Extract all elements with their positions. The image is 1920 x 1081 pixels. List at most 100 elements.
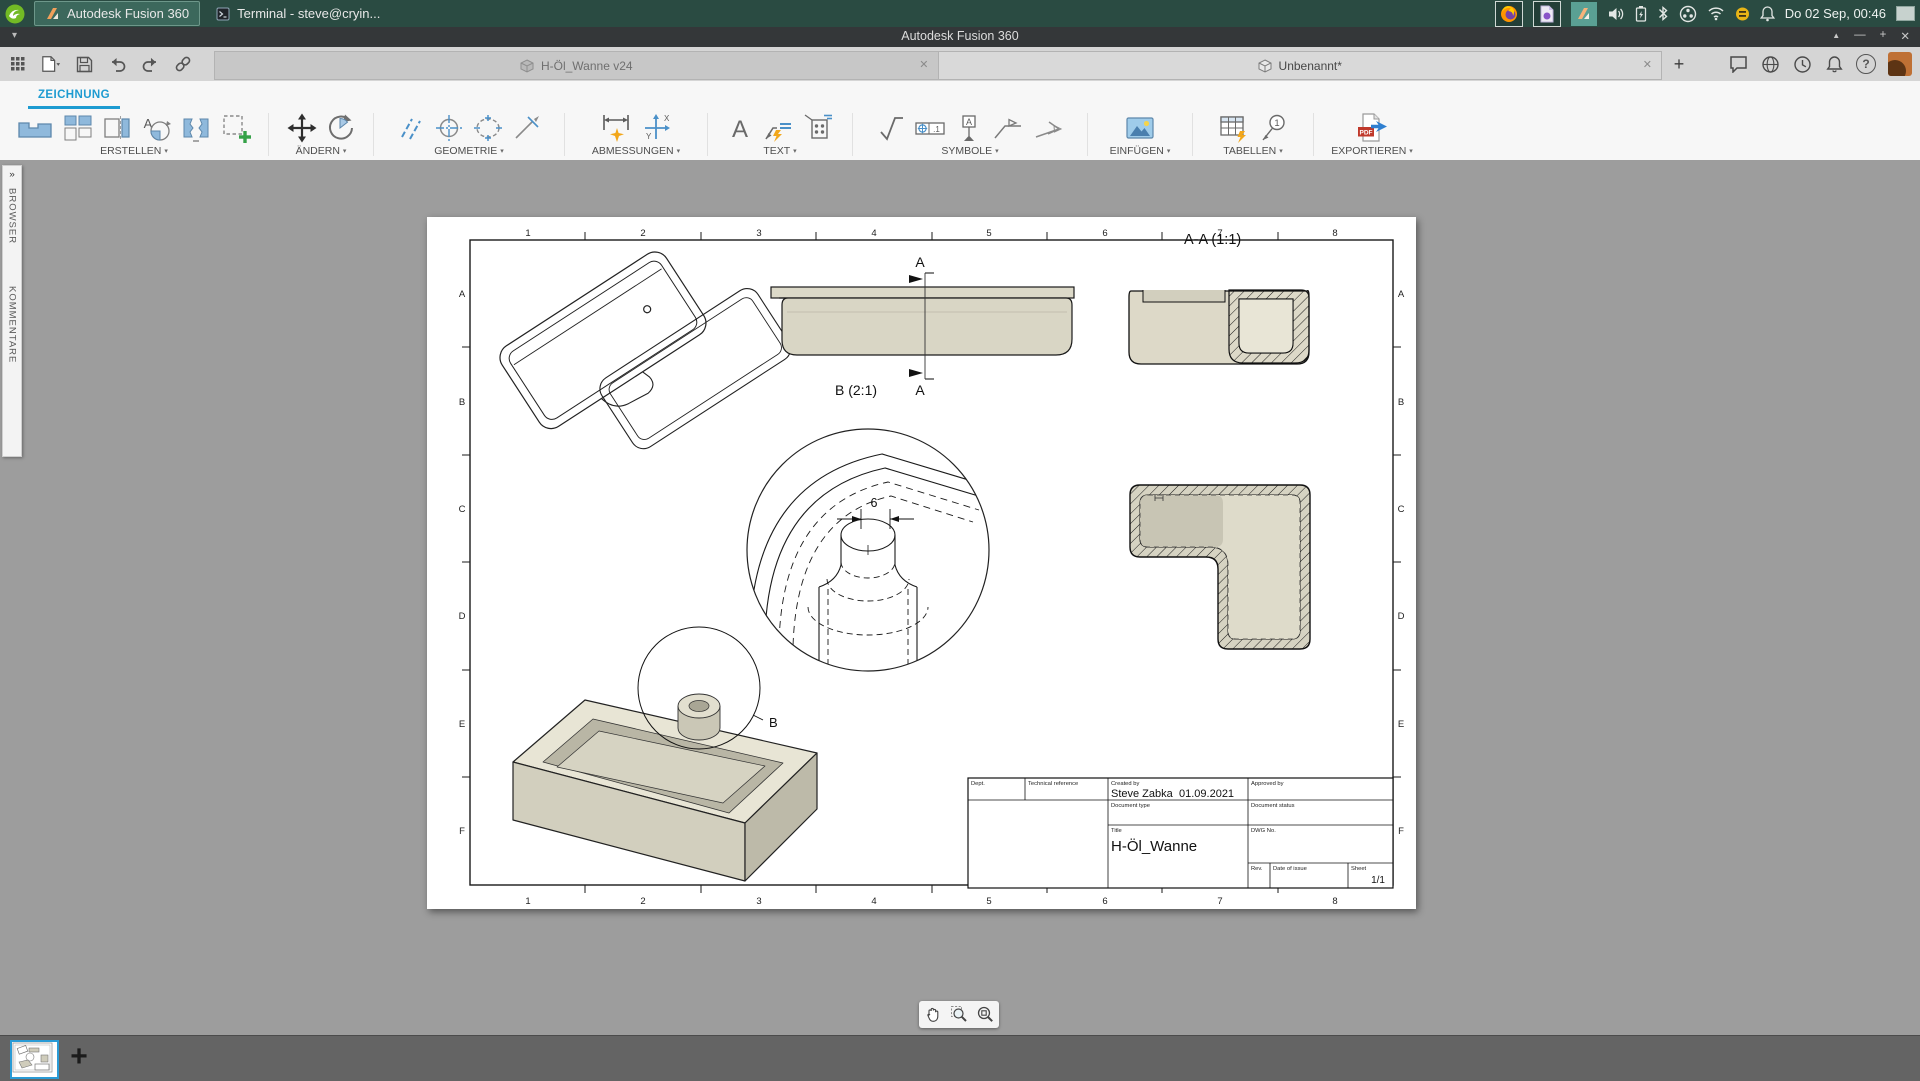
tb-techref-label: Technical reference (1028, 781, 1078, 787)
taskbar-clock[interactable]: Do 02 Sep, 00:46 (1785, 6, 1886, 21)
shade-window-button[interactable]: ▲ (1832, 29, 1840, 43)
ribbon-dropdown-erstellen[interactable]: ERSTELLEN ▾ (100, 145, 168, 157)
centerline-icon[interactable] (396, 113, 426, 143)
undo-icon[interactable] (107, 54, 127, 74)
sidebar-item-kommentare[interactable]: KOMMENTARE (7, 286, 18, 363)
workspace-tab-zeichnung[interactable]: ZEICHNUNG (28, 87, 120, 109)
view-section-a-a[interactable]: A-A (1:1) (1128, 232, 1310, 365)
balloon-icon[interactable]: 1 (1258, 113, 1288, 143)
detail-view-icon[interactable]: A (140, 113, 172, 143)
move-icon[interactable] (287, 113, 317, 143)
text-icon[interactable]: A (726, 113, 754, 143)
ribbon-dropdown-exportieren[interactable]: EXPORTIEREN ▾ (1331, 145, 1413, 157)
feedback-comment-icon[interactable] (1728, 54, 1748, 74)
share-link-icon[interactable] (173, 54, 193, 74)
ribbon-group-einfuegen: EINFÜGEN ▾ (1088, 109, 1192, 160)
document-tab-unbenannt[interactable]: Unbenannt* ✕ (938, 52, 1661, 79)
sheet-thumbnail[interactable] (10, 1040, 59, 1079)
redo-icon[interactable] (140, 54, 160, 74)
weld-symbol-icon[interactable] (992, 113, 1024, 143)
close-tab-icon[interactable]: ✕ (1643, 58, 1652, 71)
surface-texture-icon[interactable] (876, 113, 906, 143)
center-mark-pattern-icon[interactable] (472, 113, 504, 143)
chevron-down-icon: ▾ (342, 148, 347, 155)
ribbon-dropdown-geometrie[interactable]: GEOMETRIE ▾ (434, 145, 504, 157)
view-wireframe-iso[interactable] (495, 217, 796, 490)
center-mark-icon[interactable] (434, 113, 464, 143)
view-iso-shaded[interactable]: B (512, 626, 818, 882)
svg-text:PDF: PDF (1360, 129, 1373, 136)
taskbar-task-terminal[interactable]: Terminal - steve@cryin... (206, 2, 390, 25)
chevron-down-icon: ▾ (1409, 148, 1413, 155)
minimize-window-button[interactable]: — (1854, 29, 1866, 43)
workspace-pager[interactable] (1896, 6, 1915, 21)
section-view-icon[interactable] (102, 113, 132, 143)
document-launcher[interactable] (1532, 0, 1561, 27)
distro-menu-button[interactable] (2, 1, 28, 27)
save-icon[interactable] (74, 54, 94, 74)
ribbon-group-erstellen: A ERSTELLEN ▾ (0, 109, 268, 160)
close-tab-icon[interactable]: ✕ (919, 58, 928, 71)
ribbon-dropdown-symbole[interactable]: SYMBOLE ▾ (941, 145, 998, 157)
file-menu-icon[interactable] (41, 54, 61, 74)
svg-text:.1: .1 (933, 125, 940, 134)
ribbon-dropdown-text[interactable]: TEXT ▾ (763, 145, 796, 157)
view-front[interactable]: A A B (2:1) (770, 254, 1075, 398)
firefox-launcher[interactable] (1494, 0, 1523, 27)
section-mark-label: A (915, 382, 925, 398)
document-tab-h-oel-wanne[interactable]: H-Öl_Wanne v24 ✕ (215, 52, 939, 79)
note-icon[interactable] (802, 113, 834, 143)
insert-image-icon[interactable] (1124, 113, 1156, 143)
taper-symbol-icon[interactable] (1032, 113, 1064, 143)
base-view-icon[interactable] (16, 113, 54, 143)
ribbon-dropdown-einfuegen[interactable]: EINFÜGEN ▾ (1110, 145, 1171, 157)
close-window-button[interactable]: ✕ (1900, 29, 1910, 43)
table-icon[interactable] (1218, 112, 1250, 144)
obs-icon[interactable] (1679, 5, 1697, 23)
notification-bell-icon[interactable] (1824, 54, 1844, 74)
taskbar-task-fusion[interactable]: Autodesk Fusion 360 (34, 1, 201, 26)
pan-hand-icon[interactable] (924, 1005, 943, 1024)
job-status-clock-icon[interactable] (1792, 54, 1812, 74)
drawing-sheet[interactable]: 12345678 1234568 7 ABCDEF ABCDEF A A B (… (427, 217, 1416, 909)
ribbon-dropdown-abmessungen[interactable]: ABMESSUNGEN ▾ (592, 145, 680, 157)
new-document-tab-button[interactable]: + (1668, 53, 1690, 75)
ribbon-dropdown-tabellen[interactable]: TABELLEN ▾ (1223, 145, 1282, 157)
zoom-fit-icon[interactable] (976, 1005, 995, 1024)
add-sheet-button[interactable]: + (64, 1038, 94, 1076)
app-grid-icon[interactable] (8, 54, 28, 74)
datum-identifier-icon[interactable]: A (954, 113, 984, 143)
rotate-icon[interactable] (325, 113, 355, 143)
dimension-icon[interactable] (600, 112, 632, 144)
help-icon[interactable]: ? (1856, 54, 1876, 74)
sidebar-item-browser[interactable]: BROWSER (7, 188, 18, 244)
bluetooth-icon[interactable] (1657, 5, 1669, 22)
user-avatar[interactable] (1888, 52, 1912, 76)
battery-icon[interactable] (1635, 5, 1647, 22)
break-view-icon[interactable] (180, 113, 212, 143)
chevron-down-icon: ▾ (500, 148, 504, 155)
edge-extension-icon[interactable] (512, 113, 542, 143)
drawing-canvas[interactable]: » BROWSER KOMMENTARE 1 2 3 4 5 6 7 8 1 2… (0, 160, 1920, 1035)
detail-mark-label: B (769, 715, 778, 730)
projected-view-icon[interactable] (62, 113, 94, 143)
yellow-status-icon[interactable] (1735, 6, 1750, 22)
sheet-thumbnail-preview (12, 1042, 53, 1073)
view-section-l[interactable] (1129, 484, 1311, 650)
volume-icon[interactable] (1607, 6, 1625, 22)
leader-text-icon[interactable] (762, 113, 794, 143)
expand-panel-icon[interactable]: » (9, 170, 15, 180)
geeko-icon (5, 4, 25, 23)
wifi-icon[interactable] (1707, 6, 1725, 21)
globe-icon[interactable] (1760, 54, 1780, 74)
export-pdf-icon[interactable]: PDF (1355, 112, 1389, 144)
feature-control-frame-icon[interactable]: .1 (914, 113, 946, 143)
create-sketch-icon[interactable] (220, 112, 252, 144)
notifications-bell-icon[interactable] (1759, 5, 1775, 22)
ordinate-dimension-icon[interactable]: XY (640, 112, 672, 144)
view-detail-b[interactable]: 6 (746, 428, 992, 672)
zoom-window-icon[interactable] (950, 1005, 969, 1024)
maximize-window-button[interactable]: + (1880, 29, 1887, 43)
ribbon-dropdown-aendern[interactable]: ÄNDERN ▾ (296, 145, 347, 157)
fusion-tray-icon[interactable] (1570, 1, 1597, 26)
